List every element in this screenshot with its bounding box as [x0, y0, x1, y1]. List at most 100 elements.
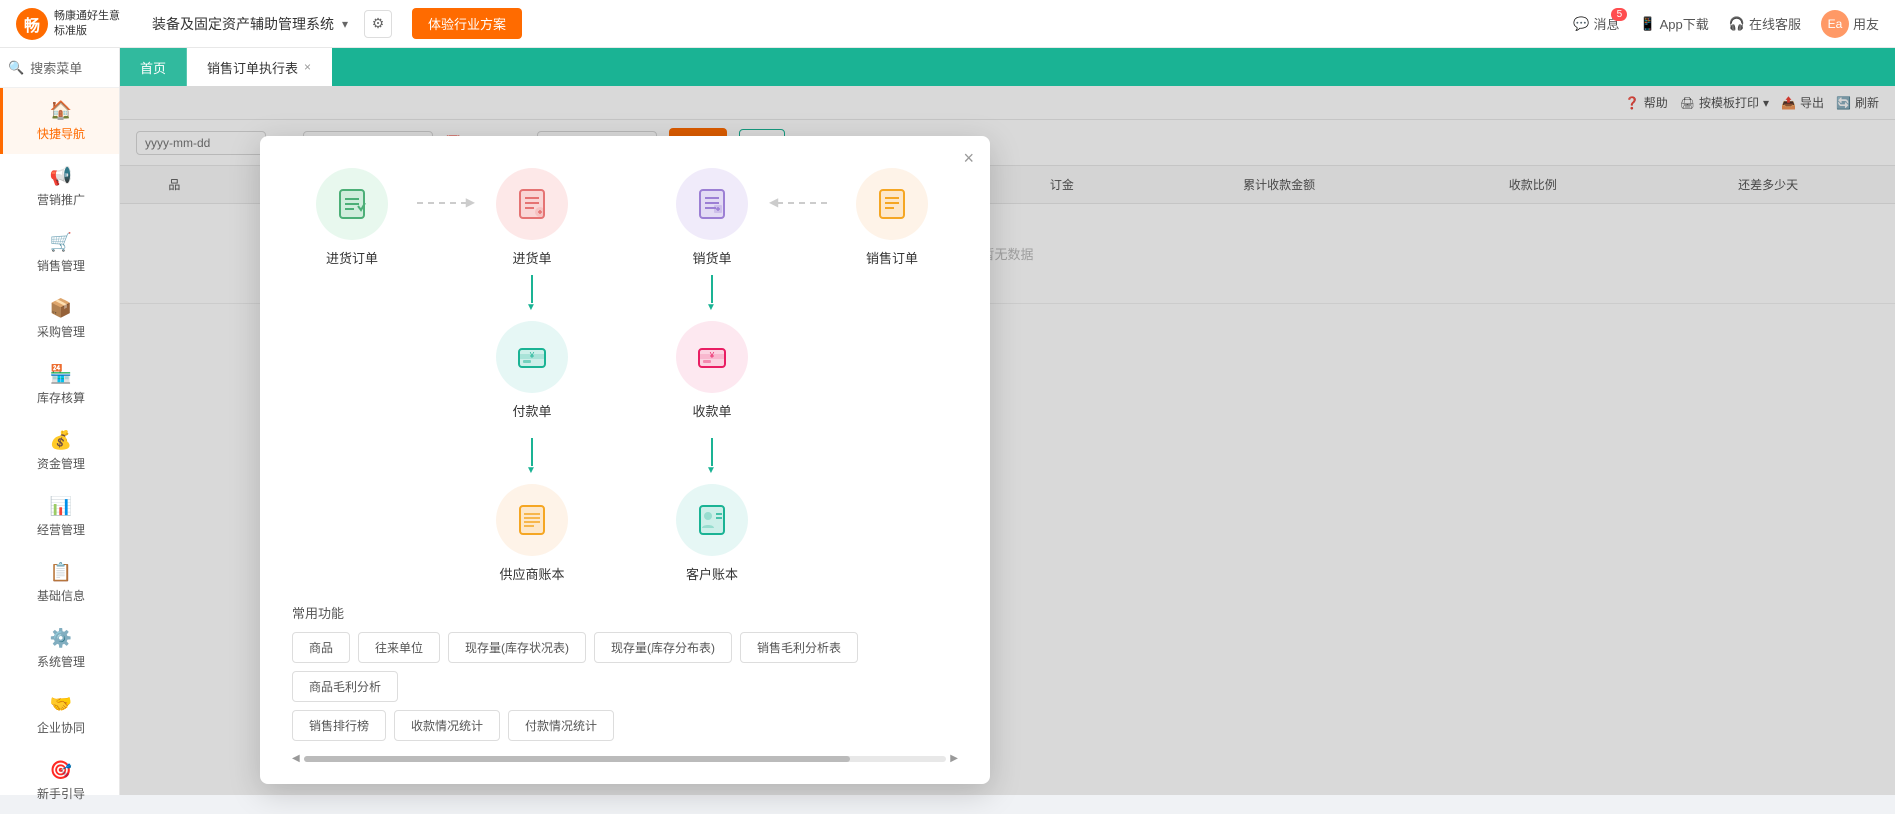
sidebar-item-purchase[interactable]: 📦 采购管理	[0, 286, 119, 352]
flow-node-payment: ¥ 付款单	[472, 321, 592, 420]
scrollbar-track[interactable]	[304, 756, 947, 762]
sales-order-circle	[856, 168, 928, 240]
func-btn-stock-status[interactable]: 现存量(库存状况表)	[448, 632, 586, 663]
system-dropdown-btn[interactable]: ▾	[342, 17, 348, 31]
supplier-circle	[496, 484, 568, 556]
func-btn-trading-partner[interactable]: 往来单位	[358, 632, 440, 663]
enterprise-icon: 🤝	[50, 694, 72, 715]
modal-close-btn[interactable]: ×	[963, 148, 974, 169]
sidebar-item-finance[interactable]: 💰 资金管理	[0, 418, 119, 484]
basic-icon: 📋	[50, 562, 72, 583]
flow-diagram-area: 进货订单	[292, 160, 958, 599]
flow-node-purchase-order: 进货订单	[292, 168, 412, 267]
logo-icon: 畅	[16, 8, 48, 40]
flow-column-payment: ¥ 付款单	[472, 275, 592, 583]
sidebar-item-sales[interactable]: 🛒 销售管理	[0, 220, 119, 286]
online-service-btn[interactable]: 🎧 在线客服	[1729, 14, 1801, 33]
flow-column-receipt: ¥ 收款单	[652, 275, 772, 583]
function-buttons-group: 商品 往来单位 现存量(库存状况表) 现存量(库存分布表) 销售毛利分析表 商品…	[292, 632, 958, 702]
sidebar-item-quick-nav[interactable]: 🏠 快捷导航	[0, 88, 119, 154]
sidebar-item-inventory[interactable]: 🏪 库存核算	[0, 352, 119, 418]
user-menu-btn[interactable]: Ea 用友	[1821, 10, 1879, 38]
arrow-down-receipt	[711, 275, 713, 303]
system-title-area: 装备及固定资产辅助管理系统 ▾ ⚙ 体验行业方案	[136, 8, 1573, 39]
tab-home[interactable]: 首页	[120, 48, 187, 86]
sidebar-item-system[interactable]: ⚙️ 系统管理	[0, 616, 119, 682]
func-btn-receipt-stats[interactable]: 收款情况统计	[394, 710, 500, 741]
top-header: 畅 畅康通好生意 标准版 装备及固定资产辅助管理系统 ▾ ⚙ 体验行业方案 💬 …	[0, 0, 1895, 48]
flow-node-sales-order: 销售订单	[832, 168, 952, 267]
sidebar-item-marketing[interactable]: 📢 营销推广	[0, 154, 119, 220]
finance-icon: 💰	[50, 430, 72, 451]
sales-icon: 🛒	[50, 232, 72, 253]
flow-node-supplier-account: 供应商账本	[472, 484, 592, 583]
purchase-bill-circle	[496, 168, 568, 240]
scrollbar-right-arrow[interactable]: ▶	[950, 753, 958, 764]
message-icon: 💬	[1573, 16, 1589, 32]
logo-area: 畅 畅康通好生意 标准版	[16, 8, 136, 40]
arrow-down-supplier	[531, 438, 533, 466]
tab-close-btn[interactable]: ×	[304, 60, 311, 74]
modal-box: ×	[260, 136, 990, 784]
guide-icon: 🎯	[50, 760, 72, 781]
settings-btn[interactable]: ⚙	[364, 10, 392, 38]
user-avatar: Ea	[1821, 10, 1849, 38]
search-icon: 🔍	[8, 60, 24, 76]
flow-node-customer-account: 客户账本	[652, 484, 772, 583]
page-content: ❓ 帮助 🖨 按模板打印 ▾ 📤 导出 🔄 刷新	[120, 86, 1895, 795]
func-btn-sales-rank[interactable]: 销售排行榜	[292, 710, 386, 741]
flow-node-purchase-bill: 进货单	[472, 168, 592, 267]
func-btn-sales-analysis[interactable]: 销售毛利分析表	[740, 632, 858, 663]
modal-scrollbar: ◀ ▶	[292, 753, 958, 764]
operation-icon: 📊	[50, 496, 72, 517]
func-btn-goods-profit[interactable]: 商品毛利分析	[292, 671, 398, 702]
tab-sales-order[interactable]: 销售订单执行表 ×	[187, 48, 332, 86]
inventory-icon: 🏪	[50, 364, 72, 385]
arrow-down-customer	[711, 438, 713, 466]
function-buttons-group-2: 销售排行榜 收款情况统计 付款情况统计	[292, 710, 958, 741]
func-btn-payment-stats[interactable]: 付款情况统计	[508, 710, 614, 741]
flow-node-sales-bill: 销货单	[652, 168, 772, 267]
purchase-icon: 📦	[50, 298, 72, 319]
arrow-1	[412, 202, 472, 234]
flow-node-receipt: ¥ 收款单	[652, 321, 772, 420]
search-menu-btn[interactable]: 🔍 搜索菜单	[0, 48, 119, 88]
scrollbar-thumb	[304, 756, 850, 762]
experience-btn[interactable]: 体验行业方案	[412, 8, 522, 39]
tab-bar: 首页 销售订单执行表 ×	[120, 48, 1895, 86]
marketing-icon: 📢	[50, 166, 72, 187]
scrollbar-left-arrow[interactable]: ◀	[292, 753, 300, 764]
flow-row-1: 进货订单	[292, 168, 958, 267]
sidebar-item-basic[interactable]: 📋 基础信息	[0, 550, 119, 616]
func-btn-goods[interactable]: 商品	[292, 632, 350, 663]
arrow-down-payment	[531, 275, 533, 303]
app-download-btn[interactable]: 📱 App下载	[1639, 14, 1708, 33]
common-functions-title: 常用功能	[292, 603, 958, 622]
receipt-circle: ¥	[676, 321, 748, 393]
func-btn-stock-dist[interactable]: 现存量(库存分布表)	[594, 632, 732, 663]
svg-text:¥: ¥	[529, 351, 535, 360]
content-area: 首页 销售订单执行表 × ❓ 帮助 🖨 按模板打印 ▾	[120, 48, 1895, 795]
arrow-2	[772, 202, 832, 234]
main-layout: 🔍 搜索菜单 🏠 快捷导航 📢 营销推广 🛒 销售管理 📦 采购管理 🏪 库存核…	[0, 48, 1895, 795]
system-title-text: 装备及固定资产辅助管理系统	[152, 14, 334, 34]
sales-bill-circle	[676, 168, 748, 240]
sidebar-item-enterprise[interactable]: 🤝 企业协同	[0, 682, 119, 748]
header-right: 💬 消息 5 📱 App下载 🎧 在线客服 Ea 用友	[1573, 10, 1879, 38]
sidebar-item-operation[interactable]: 📊 经营管理	[0, 484, 119, 550]
message-badge: 5	[1611, 8, 1627, 21]
sidebar-item-guide[interactable]: 🎯 新手引导	[0, 748, 119, 814]
common-functions-area: 常用功能 商品 往来单位 现存量(库存状况表) 现存量(库存分布表) 销售毛利分…	[292, 603, 958, 741]
headset-icon: 🎧	[1729, 16, 1745, 32]
payment-circle: ¥	[496, 321, 568, 393]
phone-icon: 📱	[1639, 16, 1655, 32]
quick-nav-icon: 🏠	[50, 100, 72, 121]
logo-text: 畅康通好生意 标准版	[54, 9, 120, 38]
modal-overlay: ×	[120, 86, 1895, 795]
system-icon: ⚙️	[50, 628, 72, 649]
sidebar: 🔍 搜索菜单 🏠 快捷导航 📢 营销推广 🛒 销售管理 📦 采购管理 🏪 库存核…	[0, 48, 120, 795]
purchase-order-circle	[316, 168, 388, 240]
customer-circle	[676, 484, 748, 556]
flow-row-2: ¥ 付款单	[292, 275, 958, 583]
message-btn[interactable]: 💬 消息 5	[1573, 14, 1619, 33]
